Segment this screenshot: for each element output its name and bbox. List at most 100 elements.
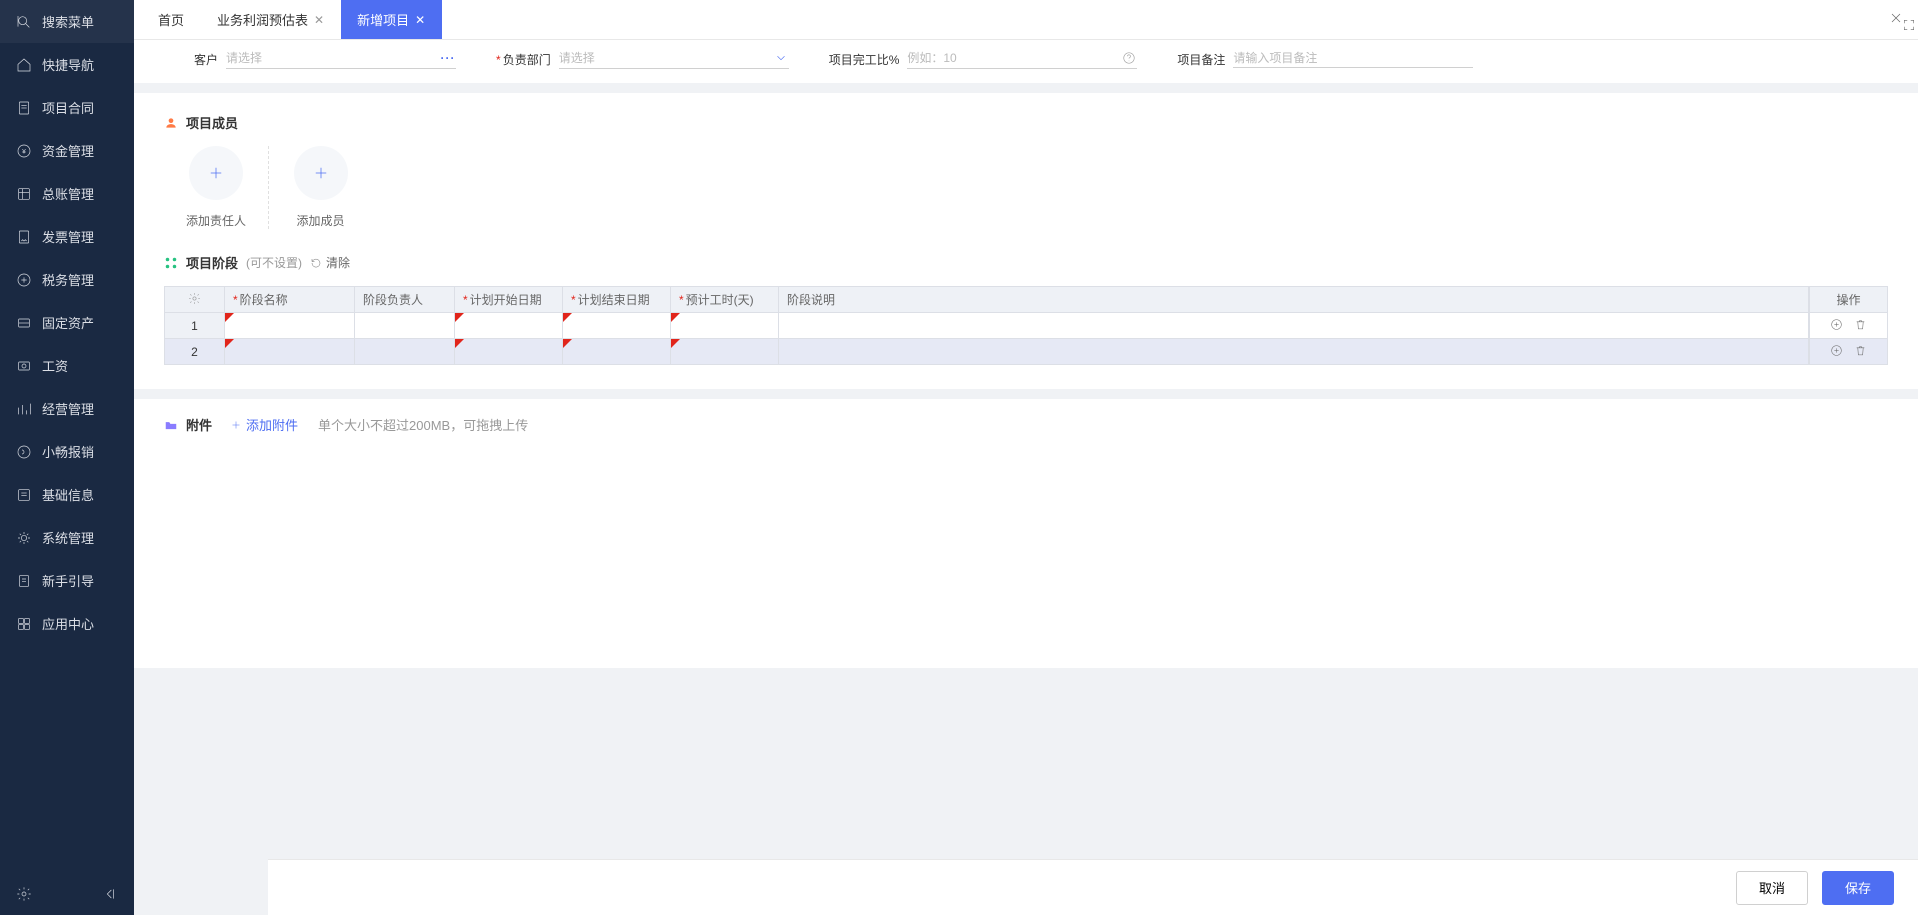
footer: 取消 保存 (268, 859, 1918, 915)
delete-row-icon[interactable] (1854, 318, 1867, 331)
add-member-button[interactable] (294, 146, 348, 200)
cell-end[interactable] (563, 313, 671, 339)
cell-start[interactable] (455, 339, 563, 365)
label-progress: 项目完工比% (829, 51, 900, 68)
input-dept[interactable] (559, 51, 773, 65)
stage-icon (164, 256, 178, 270)
tax-icon (16, 272, 32, 288)
sidebar-apps[interactable]: 应用中心 (0, 602, 134, 645)
close-icon[interactable]: ✕ (314, 13, 324, 27)
sidebar-reimburse[interactable]: 小畅报销 (0, 430, 134, 473)
sidebar-item-label: 快捷导航 (42, 55, 94, 74)
stages-hint: (可不设置) (246, 254, 302, 271)
add-row-icon[interactable] (1830, 318, 1843, 331)
cell-hours[interactable] (671, 313, 779, 339)
input-progress[interactable] (907, 51, 1121, 65)
sidebar-item-label: 发票管理 (42, 227, 94, 246)
tabs-bar: 首页 业务利润预估表 ✕ 新增项目 ✕ (134, 0, 1918, 40)
clear-stages-button[interactable]: 清除 (310, 254, 350, 271)
tab-profit-estimate[interactable]: 业务利润预估表 ✕ (201, 0, 341, 39)
cell-name[interactable] (225, 313, 355, 339)
members-title: 项目成员 (164, 113, 1888, 132)
cell-desc[interactable] (779, 339, 1809, 365)
help-icon[interactable] (1121, 50, 1137, 66)
tab-home[interactable]: 首页 (142, 0, 201, 39)
field-progress: 项目完工比% (829, 50, 1138, 69)
apps-icon (16, 616, 32, 632)
tab-new-project[interactable]: 新增项目 ✕ (341, 0, 442, 39)
add-owner-card: 添加责任人 (164, 146, 268, 229)
sidebar-item-label: 系统管理 (42, 528, 94, 547)
sidebar-guide[interactable]: 新手引导 (0, 559, 134, 602)
th-op: 操作 (1810, 287, 1888, 313)
cell-start[interactable] (455, 313, 563, 339)
invoice-icon (16, 229, 32, 245)
sidebar-item-label: 固定资产 (42, 313, 94, 332)
attach-title: 附件 (186, 415, 212, 434)
gear-header[interactable] (165, 287, 225, 313)
collapse-icon[interactable] (102, 886, 118, 905)
cancel-button[interactable]: 取消 (1736, 871, 1808, 905)
settings-icon[interactable] (16, 886, 32, 905)
input-customer[interactable] (226, 51, 440, 65)
info-icon (16, 487, 32, 503)
save-button[interactable]: 保存 (1822, 871, 1894, 905)
chevron-down-icon[interactable] (773, 50, 789, 66)
row-ops (1810, 339, 1888, 365)
attach-panel: 附件 添加附件 单个大小不超过200MB，可拖拽上传 (134, 399, 1918, 668)
close-icon[interactable]: ✕ (415, 13, 425, 27)
cell-end[interactable] (563, 339, 671, 365)
field-remark: 项目备注 (1177, 51, 1473, 68)
add-member-card: 添加成员 (268, 146, 372, 229)
sidebar-item-label: 总账管理 (42, 184, 94, 203)
sidebar-asset[interactable]: 固定资产 (0, 301, 134, 344)
table-row: 2 (165, 339, 1809, 365)
table-row: 1 (165, 313, 1809, 339)
sidebar-salary[interactable]: 工资 (0, 344, 134, 387)
file-icon (16, 100, 32, 116)
main: 首页 业务利润预估表 ✕ 新增项目 ✕ 客户 ··· (134, 0, 1918, 915)
tab-label: 首页 (158, 10, 184, 29)
sidebar-project-contract[interactable]: 项目合同 (0, 86, 134, 129)
sidebar-biz[interactable]: 经营管理 (0, 387, 134, 430)
add-owner-button[interactable] (189, 146, 243, 200)
salary-icon (16, 358, 32, 374)
input-remark[interactable] (1233, 51, 1473, 65)
add-row-icon[interactable] (1830, 344, 1843, 357)
th-name: *阶段名称 (225, 287, 355, 313)
sidebar-tax[interactable]: 税务管理 (0, 258, 134, 301)
cell-person[interactable] (355, 339, 455, 365)
sidebar-item-label: 应用中心 (42, 614, 94, 633)
asset-icon (16, 315, 32, 331)
more-icon[interactable]: ··· (440, 50, 456, 66)
fullscreen-icon[interactable] (1902, 18, 1916, 35)
form-panel: 客户 ··· *负责部门 项目完工比% (134, 40, 1918, 83)
guide-icon (16, 573, 32, 589)
cell-name[interactable] (225, 339, 355, 365)
th-desc: 阶段说明 (779, 287, 1809, 313)
sidebar-quick-nav[interactable]: 快捷导航 (0, 43, 134, 86)
cell-person[interactable] (355, 313, 455, 339)
ledger-icon (16, 186, 32, 202)
sidebar-invoice[interactable]: 发票管理 (0, 215, 134, 258)
label-customer: 客户 (194, 51, 218, 68)
label-remark: 项目备注 (1177, 51, 1225, 68)
stage-op-table: 操作 (1809, 286, 1888, 365)
sidebar-system[interactable]: 系统管理 (0, 516, 134, 559)
cell-desc[interactable] (779, 313, 1809, 339)
stages-title: 项目阶段 (可不设置) 清除 (164, 253, 1888, 272)
add-attachment-button[interactable]: 添加附件 (230, 415, 298, 434)
sidebar-basic-info[interactable]: 基础信息 (0, 473, 134, 516)
tab-label: 业务利润预估表 (217, 10, 308, 29)
sidebar-ledger[interactable]: 总账管理 (0, 172, 134, 215)
sidebar-item-label: 工资 (42, 356, 68, 375)
cell-hours[interactable] (671, 339, 779, 365)
sidebar-fund[interactable]: ¥ 资金管理 (0, 129, 134, 172)
delete-row-icon[interactable] (1854, 344, 1867, 357)
row-ops (1810, 313, 1888, 339)
attach-title-row: 附件 添加附件 单个大小不超过200MB，可拖拽上传 (164, 415, 1888, 434)
sidebar-search-menu[interactable]: 搜索菜单 (0, 0, 134, 43)
field-customer: 客户 ··· (194, 50, 456, 69)
coin-icon: ¥ (16, 143, 32, 159)
row-index: 1 (165, 313, 225, 339)
